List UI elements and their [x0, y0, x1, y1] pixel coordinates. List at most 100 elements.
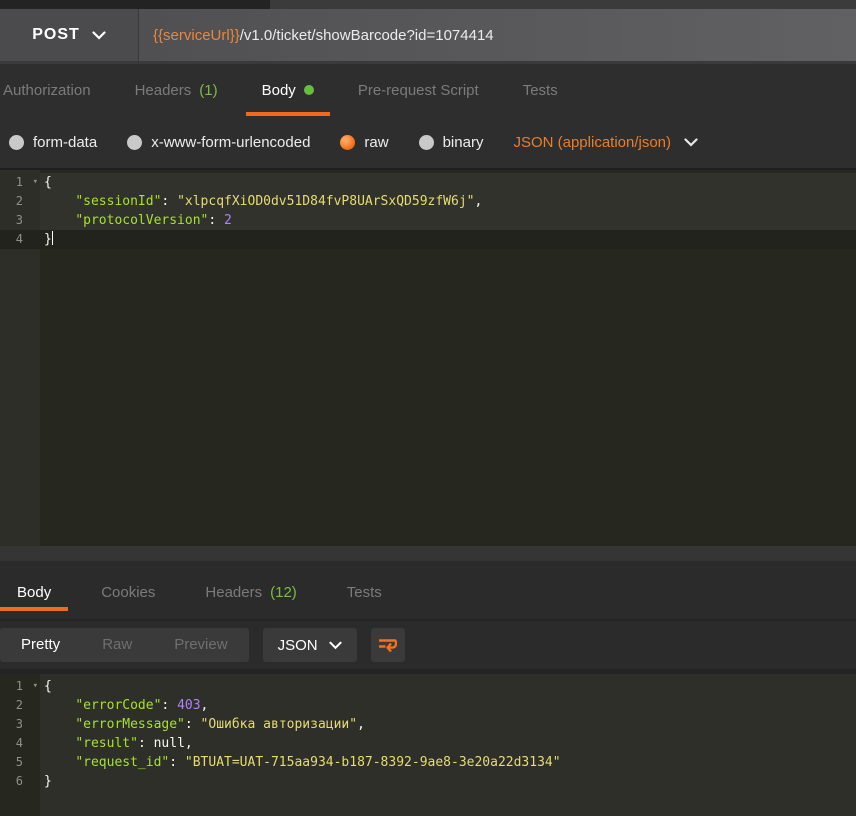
line-number-text: 3 — [15, 213, 23, 227]
radio-circle-icon — [418, 134, 434, 150]
top-strip-light-segment — [270, 0, 856, 9]
code-line-text: "protocolVersion": 2 — [40, 211, 856, 230]
tab-label: Headers — [205, 583, 263, 601]
tab-label: Headers — [134, 81, 192, 99]
radio-circle-icon — [9, 134, 24, 150]
line-number-text: 1 — [15, 679, 23, 693]
code-line: 1 ▾{ — [0, 173, 856, 192]
line-number-text: 6 — [15, 774, 23, 788]
radio-label: form-data — [33, 133, 98, 151]
code-line-text: "errorMessage": "Ошибка авторизации", — [75, 717, 365, 732]
chevron-down-icon — [328, 641, 342, 649]
radio-label: x-www-form-urlencoded — [151, 133, 311, 151]
radio-label: binary — [442, 133, 484, 151]
response-view-group: Pretty Raw Preview — [0, 628, 249, 662]
code-line-text: "errorCode": 403, — [75, 698, 209, 713]
line-number-text: 4 — [15, 736, 23, 750]
code-line-text: "request_id": "BTUAT=UAT-715aa934-b187-8… — [75, 755, 561, 770]
wrap-lines-icon — [379, 638, 398, 652]
response-toolbar: Pretty Raw Preview JSON — [0, 621, 856, 669]
tab-label: Tests — [346, 583, 382, 601]
code-line: 5 "request_id": "BTUAT=UAT-715aa934-b187… — [0, 753, 856, 772]
text-cursor — [51, 231, 54, 245]
line-number: 5 — [0, 753, 40, 772]
body-type-options: form-data x-www-form-urlencoded raw binary — [9, 134, 483, 151]
response-tab-headers[interactable]: Headers (12) — [188, 565, 313, 619]
request-tab-body[interactable]: Body — [245, 64, 331, 116]
tab-label: Body — [261, 81, 296, 99]
line-number-text: 5 — [15, 755, 23, 769]
tab-label: Pre-request Script — [357, 81, 479, 99]
radio-circle-icon — [340, 134, 356, 150]
request-tab-authorization[interactable]: Authorization — [0, 64, 107, 116]
tab-count-badge: (1) — [199, 81, 218, 99]
code-line: 2 "errorCode": 403, — [0, 696, 856, 715]
code-line-text: } — [44, 774, 52, 789]
method-label: POST — [32, 26, 80, 43]
line-number: 1 ▾ — [0, 677, 40, 696]
code-line: 3 "errorMessage": "Ошибка авторизации", — [0, 715, 856, 734]
postman-window: POST {{serviceUrl}}/v1.0/ticket/showBarc… — [0, 0, 856, 816]
body-type-radio-raw[interactable]: raw — [340, 133, 389, 151]
line-number-text: 2 — [15, 698, 23, 712]
url-path: /v1.0/ticket/showBarcode?id=1074414 — [239, 26, 494, 44]
line-number: 3 — [0, 211, 40, 230]
code-line: 6} — [0, 772, 856, 791]
response-tab-body[interactable]: Body — [0, 565, 69, 619]
body-type-radio-form-data[interactable]: form-data — [9, 134, 97, 151]
chevron-down-icon — [92, 30, 106, 40]
line-number-text: 3 — [15, 717, 23, 731]
request-tab-tests[interactable]: Tests — [507, 64, 574, 116]
format-label: JSON — [277, 636, 318, 654]
request-tab-headers[interactable]: Headers (1) — [119, 64, 234, 116]
tab-label: Tests — [522, 81, 558, 99]
fold-caret-icon[interactable]: ▾ — [33, 677, 38, 696]
pane-splitter[interactable] — [0, 546, 856, 561]
code-line-text: } — [44, 231, 54, 247]
content-type-selector[interactable]: JSON (application/json) — [513, 134, 698, 151]
line-number: 3 — [0, 715, 40, 734]
code-line: 4} — [0, 230, 856, 249]
view-button-pretty[interactable]: Pretty — [0, 628, 81, 662]
line-number: 1 ▾ — [0, 173, 40, 192]
line-number-text: 2 — [15, 194, 23, 208]
fold-caret-icon[interactable]: ▾ — [33, 173, 38, 192]
top-strip-dark-segment — [0, 0, 270, 9]
body-type-radio-x-www-form-urlencoded[interactable]: x-www-form-urlencoded — [127, 134, 310, 151]
line-number: 4 — [0, 734, 40, 753]
line-number: 4 — [0, 230, 40, 249]
response-tab-tests[interactable]: Tests — [330, 565, 399, 619]
request-body-editor[interactable]: 1 ▾{2 "sessionId": "xlpcqfXiOD0dv51D84fvP… — [0, 170, 856, 546]
body-type-row: form-data x-www-form-urlencoded raw binary … — [0, 116, 856, 170]
request-tabs: Authorization Headers (1) Body Pre-request S… — [0, 61, 856, 116]
response-tab-cookies[interactable]: Cookies — [84, 565, 172, 619]
request-url-bar: POST {{serviceUrl}}/v1.0/ticket/showBarc… — [0, 9, 856, 61]
line-number-text: 4 — [15, 232, 23, 246]
response-body-viewer[interactable]: 1 ▾{2 "errorCode": 403, 3 "errorMessage": … — [0, 674, 856, 816]
tab-label: Body — [17, 583, 52, 601]
tab-label: Cookies — [101, 583, 156, 601]
radio-label: raw — [364, 133, 389, 151]
code-line: 1 ▾{ — [0, 677, 856, 696]
radio-circle-icon — [127, 134, 143, 150]
body-type-radio-binary[interactable]: binary — [418, 133, 484, 151]
code-line: 2 "sessionId": "xlpcqfXiOD0dv51D84fvP8UA… — [0, 192, 856, 211]
line-number: 2 — [0, 696, 40, 715]
view-button-preview[interactable]: Preview — [153, 628, 248, 662]
code-line: 3 "protocolVersion": 2 — [0, 211, 856, 230]
tab-label: Authorization — [3, 81, 91, 99]
code-line: 4 "result": null, — [0, 734, 856, 753]
view-button-raw[interactable]: Raw — [81, 628, 153, 662]
wrap-lines-button[interactable] — [370, 628, 405, 662]
code-line-text: "result": null, — [75, 736, 193, 751]
method-selector[interactable]: POST — [0, 9, 139, 61]
window-top-strip — [0, 0, 856, 9]
green-dot-icon — [303, 85, 314, 95]
content-type-label: JSON (application/json) — [513, 133, 672, 151]
request-tab-pre-request-script[interactable]: Pre-request Script — [342, 64, 495, 116]
url-variable: {{serviceUrl}} — [153, 26, 240, 44]
chevron-down-icon — [684, 137, 698, 147]
url-input[interactable]: {{serviceUrl}}/v1.0/ticket/showBarcode?i… — [139, 9, 856, 61]
response-format-selector[interactable]: JSON — [262, 628, 357, 662]
line-number: 6 — [0, 772, 40, 791]
